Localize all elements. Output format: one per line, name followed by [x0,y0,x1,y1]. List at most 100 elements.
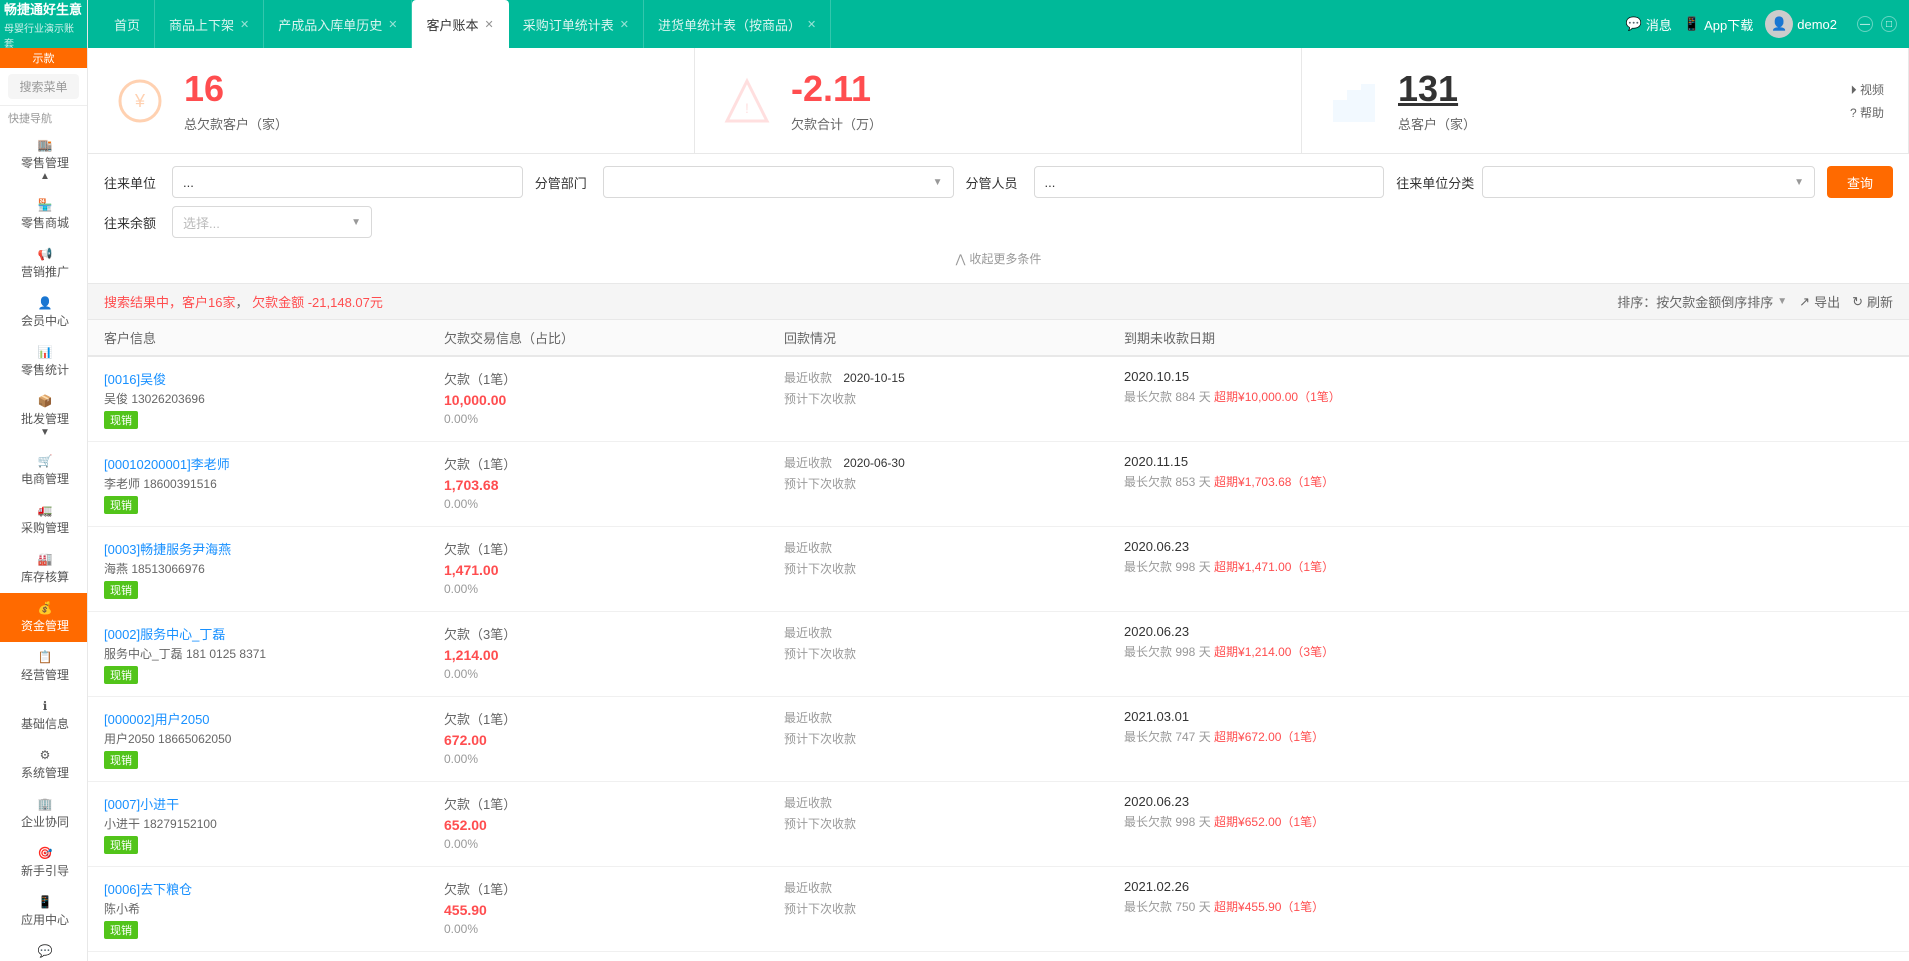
expire-over-5: 最长欠款 998 天 超期¥652.00（1笔） [1124,813,1893,830]
customer-name-2[interactable]: [0003]畅捷服务尹海燕 [104,539,444,558]
tab-close-btn[interactable]: ✕ [388,18,397,31]
export-btn[interactable]: ↗ 导出 [1799,292,1840,311]
unit-category-input[interactable]: ▼ [1482,166,1815,198]
sidebar-item-finance[interactable]: 💰 资金管理 [0,593,87,642]
sidebar-item-newbie[interactable]: 🎯 新手引导 [0,838,87,887]
expire-link-1[interactable]: 超期¥1,703.68（1笔） [1214,475,1334,489]
sidebar-item-members[interactable]: 👤 会员中心 [0,288,87,337]
sidebar-item-enterprise[interactable]: 🏢 企业协同 [0,789,87,838]
export-label: 导出 [1814,292,1840,311]
customer-info-4: [000002]用户2050 用户2050 18665062050 现销 [104,709,444,769]
source-unit-label: 往来单位 [104,173,164,192]
sidebar-item-label: 会员中心 [21,312,69,329]
search-button[interactable]: 查询 [1827,166,1893,198]
sidebar-item-wecom[interactable]: 💬 企业微信 [0,936,87,961]
message-btn[interactable]: 💬 消息 [1626,15,1672,34]
sidebar-item-system[interactable]: ⚙ 系统管理 [0,740,87,789]
tab-close-btn[interactable]: ✕ [807,18,816,31]
balance-input[interactable]: 选择... ▼ [172,206,372,238]
debt-count-3: 欠款（3笔） [444,624,784,643]
sidebar-item-purchase[interactable]: 🚛 采购管理 [0,495,87,544]
customer-phone-6: 陈小希 [104,900,444,917]
collapse-btn[interactable]: ⋀ 收起更多条件 [104,246,1893,271]
expire-link-5[interactable]: 超期¥652.00（1笔） [1214,815,1324,829]
sidebar-item-batch-mgmt[interactable]: 📦 批发管理 ▼ [0,386,87,446]
sidebar-search-area[interactable]: 搜索菜单 [0,68,87,106]
expire-link-4[interactable]: 超期¥672.00（1笔） [1214,730,1324,744]
sort-label: 排序：按欠款金额倒序排序 [1617,292,1773,311]
window-minimize-btn[interactable]: — [1857,16,1873,32]
unit-category-arrow: ▼ [1794,177,1804,188]
tab-close-btn[interactable]: ✕ [620,18,629,31]
customer-tag-2: 现销 [104,581,138,599]
operations-icon: 📋 [38,650,53,664]
expire-date-6: 2021.02.26 [1124,879,1893,894]
debt-info-3: 欠款（3笔） 1,214.00 0.00% [444,624,784,681]
dept-input[interactable]: ▼ [603,166,954,198]
retail-mgmt-icon: 🏬 [38,138,53,152]
source-unit-input[interactable]: ... [172,166,523,198]
customer-info-0: [0016]吴俊 吴俊 13026203696 现销 [104,369,444,429]
sidebar-item-label: 新手引导 [21,862,69,879]
sidebar-item-retail-mgmt[interactable]: 🏬 零售管理 ▲ [0,130,87,190]
sidebar-item-retail-mall[interactable]: 🏪 零售商城 [0,190,87,239]
tab-close-btn[interactable]: ✕ [240,18,249,31]
customer-name-0[interactable]: [0016]吴俊 [104,369,444,388]
help-btn[interactable]: ? 帮助 [1850,104,1884,121]
tab-product-shelf[interactable]: 商品上下架 ✕ [155,0,264,48]
result-debt: 欠款金额 -21,148.07元 [252,295,383,310]
expire-link-2[interactable]: 超期¥1,471.00（1笔） [1214,560,1334,574]
customer-name-4[interactable]: [000002]用户2050 [104,709,444,728]
expire-link-6[interactable]: 超期¥455.90（1笔） [1214,900,1324,914]
manager-input[interactable]: ... [1034,166,1385,198]
balance-label: 往来余额 [104,213,164,232]
result-info: 搜索结果中，客户16家， 欠款金额 -21,148.07元 [104,292,383,311]
customer-name-3[interactable]: [0002]服务中心_丁磊 [104,624,444,643]
sidebar-item-marketing[interactable]: 📢 营销推广 [0,239,87,288]
logo-main: 畅捷通好生意 [4,0,83,18]
window-maximize-btn[interactable]: □ [1881,16,1897,32]
expire-link-3[interactable]: 超期¥1,214.00（3笔） [1214,645,1334,659]
tab-home-label: 首页 [114,15,140,34]
sort-selector[interactable]: 排序：按欠款金额倒序排序 ▼ [1617,292,1787,311]
app-download-btn[interactable]: 📱 App下载 [1684,15,1753,34]
sidebar-item-basic-info[interactable]: ℹ 基础信息 [0,691,87,740]
col-header-expire: 到期未收款日期 [1124,328,1893,347]
debt-info-2: 欠款（1笔） 1,471.00 0.00% [444,539,784,596]
sidebar-item-retail-stats[interactable]: 📊 零售统计 [0,337,87,386]
tab-home[interactable]: 首页 [100,0,155,48]
stat-card-actions: ⏵ 视频 ? 帮助 [1850,81,1884,121]
dept-label: 分管部门 [535,173,595,192]
customer-info-3: [0002]服务中心_丁磊 服务中心_丁磊 181 0125 8371 现销 [104,624,444,684]
sidebar-item-inventory[interactable]: 🏭 库存核算 [0,544,87,593]
tab-label: 采购订单统计表 [523,15,614,34]
sidebar-item-ecommerce[interactable]: 🛒 电商管理 [0,446,87,495]
customer-name-6[interactable]: [0006]去下粮仓 [104,879,444,898]
expire-link-0[interactable]: 超期¥10,000.00（1笔） [1214,390,1341,404]
tab-purchase-order[interactable]: 采购订单统计表 ✕ [509,0,644,48]
tab-close-btn[interactable]: ✕ [485,18,494,31]
repay-label-1: 最近收款 2020-06-30 [784,454,1124,471]
tab-purchase-stats[interactable]: 进货单统计表（按商品） ✕ [644,0,831,48]
debt-amount-2: 1,471.00 [444,562,784,578]
result-summary: 搜索结果中，客户16家 [104,295,235,310]
repay-info-2: 最近收款 预计下次收款 [784,539,1124,577]
nav-tabs: 首页 商品上下架 ✕ 产成品入库单历史 ✕ 客户账本 ✕ 采购订单统计表 ✕ [100,0,1626,48]
repay-info-4: 最近收款 预计下次收款 [784,709,1124,747]
expire-info-4: 2021.03.01 最长欠款 747 天 超期¥672.00（1笔） [1124,709,1893,745]
sort-arrow: ▼ [1777,296,1787,307]
sidebar-item-label: 零售统计 [21,361,69,378]
sidebar-item-operations[interactable]: 📋 经营管理 [0,642,87,691]
col-header-repay: 回款情况 [784,328,1124,347]
user-avatar-btn[interactable]: 👤 demo2 [1765,10,1837,38]
tab-product-history[interactable]: 产成品入库单历史 ✕ [264,0,412,48]
video-btn[interactable]: ⏵ 视频 [1851,81,1884,98]
customer-name-5[interactable]: [0007]小进干 [104,794,444,813]
customer-name-1[interactable]: [00010200001]李老师 [104,454,444,473]
sidebar-item-app-center[interactable]: 📱 应用中心 [0,887,87,936]
refresh-btn[interactable]: ↻ 刷新 [1852,292,1893,311]
tab-customer-account[interactable]: 客户账本 ✕ [412,0,508,48]
batch-mgmt-icon: 📦 [38,394,53,408]
sidebar-search-btn[interactable]: 搜索菜单 [8,74,79,99]
repay-next-6: 预计下次收款 [784,900,1124,917]
